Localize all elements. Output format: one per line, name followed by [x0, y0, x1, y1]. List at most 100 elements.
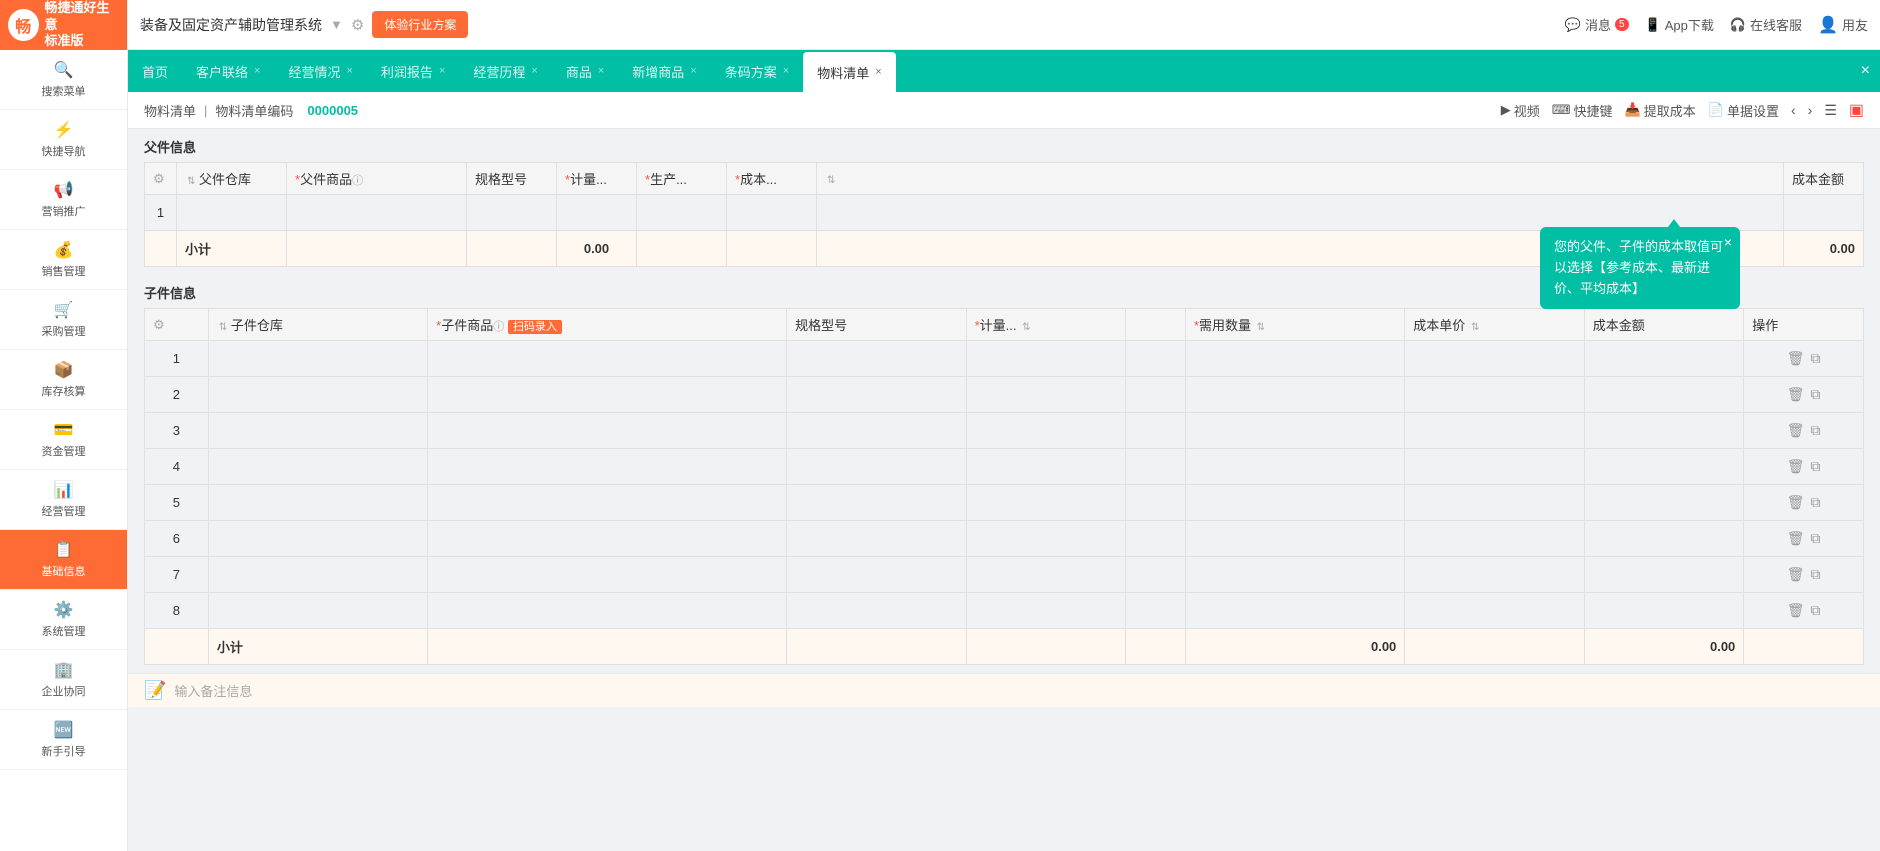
delete-icon-7[interactable]: 🗑 [1787, 566, 1805, 583]
child-unitcost-2[interactable] [1405, 377, 1584, 413]
sidebar-item-inventory[interactable]: 📦库存核算 [0, 350, 127, 410]
tab-bom[interactable]: 物料清单× [803, 52, 895, 92]
child-spec-1[interactable] [787, 341, 966, 377]
copy-icon-7[interactable]: ⧉ [1811, 566, 1821, 583]
tab-bom-close[interactable]: × [875, 66, 881, 78]
child-unit-2[interactable] [966, 377, 1126, 413]
video-button[interactable]: ▶ 视频 [1501, 101, 1540, 120]
th-parent-warehouse[interactable]: ⇅ 父件仓库 [177, 163, 287, 195]
child-amount-1[interactable] [1584, 341, 1744, 377]
copy-icon-6[interactable]: ⧉ [1811, 530, 1821, 547]
parent-unit-cell[interactable] [557, 195, 637, 231]
th-child-unitcost[interactable]: 成本单价 ⇅ [1405, 309, 1584, 341]
tab-profit[interactable]: 利润报告× [367, 50, 459, 92]
sidebar-item-sales[interactable]: 💰销售管理 [0, 230, 127, 290]
sidebar-item-quicknav[interactable]: ⚡快捷导航 [0, 110, 127, 170]
th-child-settings[interactable]: ⚙ [145, 309, 209, 341]
copy-icon-3[interactable]: ⧉ [1811, 422, 1821, 439]
tab-profit-close[interactable]: × [439, 65, 445, 77]
sidebar-item-marketing[interactable]: 📢营销推广 [0, 170, 127, 230]
tab-barcode[interactable]: 条码方案× [711, 50, 803, 92]
child-qty-2[interactable] [1185, 377, 1404, 413]
delete-icon-1[interactable]: 🗑 [1787, 350, 1805, 367]
th-child-spec[interactable]: 规格型号 [787, 309, 966, 341]
sidebar-item-basic[interactable]: 📋基础信息 [0, 530, 127, 590]
child-unitcost-1[interactable] [1405, 341, 1584, 377]
child-amount-2[interactable] [1584, 377, 1744, 413]
sidebar-item-guide[interactable]: 🆕新手引导 [0, 710, 127, 770]
settings-icon[interactable]: ⚙ [351, 16, 364, 34]
nav-prev-icon[interactable]: ‹ [1791, 102, 1796, 118]
child-unit-1[interactable] [966, 341, 1126, 377]
tab-customers[interactable]: 客户联络× [182, 50, 274, 92]
delete-icon-2[interactable]: 🗑 [1787, 386, 1805, 403]
tab-home[interactable]: 首页 [128, 50, 182, 92]
dropdown-arrow-icon[interactable]: ▼ [330, 17, 343, 32]
child-sort-1 [1126, 341, 1186, 377]
child-warehouse-2[interactable] [208, 377, 427, 413]
message-button[interactable]: 💬 消息 5 [1565, 15, 1629, 34]
tab-goods-close[interactable]: × [598, 65, 604, 77]
child-warehouse-1[interactable] [208, 341, 427, 377]
th-child-qty[interactable]: *需用数量 ⇅ [1185, 309, 1404, 341]
close-page-icon[interactable]: ▣ [1849, 100, 1864, 120]
th-production[interactable]: *生产... [637, 163, 727, 195]
tab-newgoods-close[interactable]: × [690, 65, 696, 77]
th-cost[interactable]: *成本... [727, 163, 817, 195]
th-unit[interactable]: *计量... [557, 163, 637, 195]
copy-icon-8[interactable]: ⧉ [1811, 602, 1821, 619]
child-product-1[interactable] [428, 341, 787, 377]
copy-icon-4[interactable]: ⧉ [1811, 458, 1821, 475]
copy-icon-2[interactable]: ⧉ [1811, 386, 1821, 403]
nav-next-icon[interactable]: › [1808, 102, 1813, 118]
parent-production-cell[interactable] [637, 195, 727, 231]
child-qty-1[interactable] [1185, 341, 1404, 377]
sidebar-item-finance[interactable]: 💳资金管理 [0, 410, 127, 470]
sidebar-item-operations[interactable]: 📊经营管理 [0, 470, 127, 530]
parent-spec-cell[interactable] [467, 195, 557, 231]
th-settings[interactable]: ⚙ [145, 163, 177, 195]
th-child-product[interactable]: *子件商品ⓘ 扫码录入 [428, 309, 787, 341]
child-spec-2[interactable] [787, 377, 966, 413]
child-product-2[interactable] [428, 377, 787, 413]
support-button[interactable]: 🎧 在线客服 [1730, 15, 1802, 34]
doc-settings-button[interactable]: 📄 单据设置 [1708, 101, 1779, 120]
sidebar-item-purchase[interactable]: 🛒采购管理 [0, 290, 127, 350]
user-button[interactable]: 👤 用友 [1818, 15, 1868, 35]
sidebar-item-corp[interactable]: 🏢企业协同 [0, 650, 127, 710]
parent-cost-cell[interactable] [727, 195, 817, 231]
delete-icon-5[interactable]: 🗑 [1787, 494, 1805, 511]
tab-goods[interactable]: 商品× [552, 50, 618, 92]
app-download-button[interactable]: 📱 App下载 [1645, 15, 1714, 34]
sidebar-item-system[interactable]: ⚙️系统管理 [0, 590, 127, 650]
tooltip-close-button[interactable]: × [1724, 231, 1732, 253]
th-child-warehouse[interactable]: ⇅ 子件仓库 [208, 309, 427, 341]
tab-barcode-close[interactable]: × [783, 65, 789, 77]
copy-icon-5[interactable]: ⧉ [1811, 494, 1821, 511]
try-button[interactable]: 体验行业方案 [372, 11, 468, 38]
tab-customers-close[interactable]: × [254, 65, 260, 77]
tab-newgoods[interactable]: 新增商品× [618, 50, 710, 92]
delete-icon-6[interactable]: 🗑 [1787, 530, 1805, 547]
th-parent-product[interactable]: *父件商品ⓘ [287, 163, 467, 195]
parent-amount-cell[interactable] [1784, 195, 1864, 231]
th-child-unit[interactable]: *计量... ⇅ [966, 309, 1126, 341]
extract-cost-button[interactable]: 📥 提取成本 [1625, 101, 1696, 120]
tab-history[interactable]: 经营历程× [459, 50, 551, 92]
tab-operations-status[interactable]: 经营情况× [274, 50, 366, 92]
close-all-tabs[interactable]: × [1851, 62, 1880, 80]
shortcut-button[interactable]: ⌨ 快捷键 [1552, 101, 1613, 120]
delete-icon-4[interactable]: 🗑 [1787, 458, 1805, 475]
bottom-hint[interactable]: 输入备注信息 [174, 681, 252, 700]
menu-icon[interactable]: ☰ [1824, 102, 1837, 119]
copy-icon-1[interactable]: ⧉ [1811, 350, 1821, 367]
parent-product-cell[interactable] [287, 195, 467, 231]
sidebar-item-search[interactable]: 🔍搜索菜单 [0, 50, 127, 110]
th-spec[interactable]: 规格型号 [467, 163, 557, 195]
tab-ops-close[interactable]: × [346, 65, 352, 77]
parent-warehouse-cell[interactable] [177, 195, 287, 231]
tab-history-close[interactable]: × [531, 65, 537, 77]
delete-icon-8[interactable]: 🗑 [1787, 602, 1805, 619]
delete-icon-3[interactable]: 🗑 [1787, 422, 1805, 439]
scan-badge[interactable]: 扫码录入 [508, 320, 562, 334]
